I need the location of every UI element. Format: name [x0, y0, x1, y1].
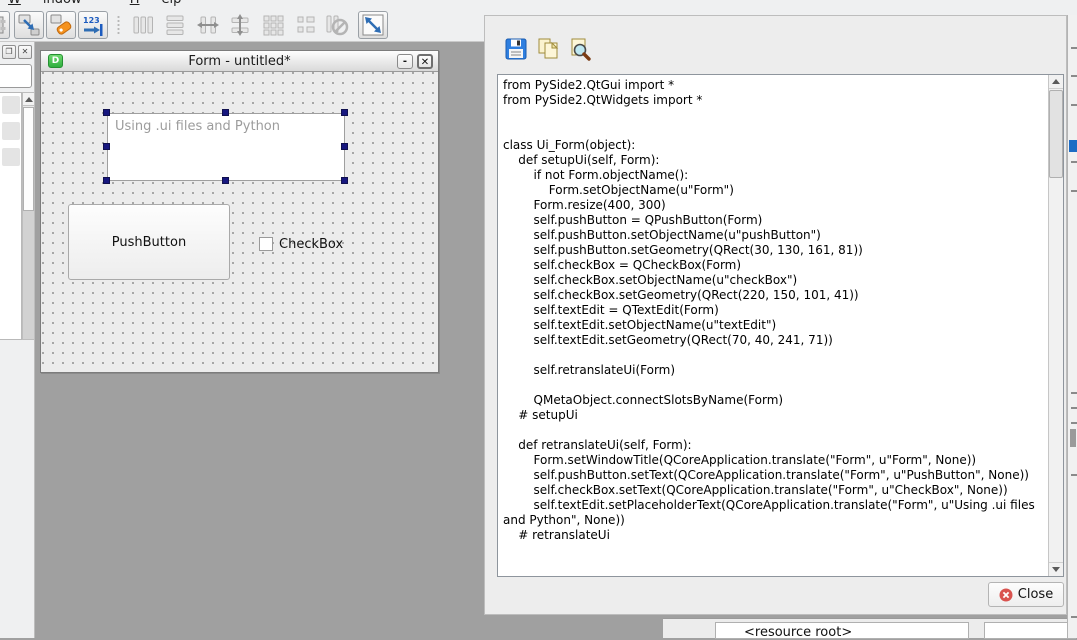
selection-handle-sw[interactable] [103, 177, 110, 184]
sliver-mark [1071, 161, 1077, 163]
scroll-up-arrow-icon[interactable] [1049, 75, 1063, 89]
widget-list-scrollbar[interactable] [22, 92, 35, 340]
sliver-mark [1071, 392, 1077, 394]
sliver-mark [1071, 616, 1077, 618]
layout-splitter-horizontal-button [195, 13, 221, 37]
form-window: D Form - untitled* - ✕ Using .ui files a… [40, 50, 439, 373]
find-button[interactable] [568, 37, 592, 61]
sliver-scroll-thumb [1070, 429, 1076, 447]
widget-filter-input[interactable] [0, 64, 32, 88]
edit-widgets-button[interactable] [0, 11, 10, 39]
code-text[interactable]: from PySide2.QtGui import * from PySide2… [498, 75, 1047, 576]
edit-signals-slots-icon [17, 13, 41, 37]
svg-text:123: 123 [83, 16, 100, 25]
textedit-widget[interactable]: Using .ui files and Python [107, 113, 345, 181]
dock-float-button[interactable]: ❐ [2, 45, 16, 59]
sliver-mark [1071, 190, 1077, 192]
edit-signals-slots-button[interactable] [14, 11, 44, 39]
close-icon: ✕ [421, 57, 429, 68]
resource-preview-pane[interactable] [984, 622, 1076, 639]
lay-out-in-form-layout-icon [295, 14, 317, 36]
sliver-mark [1071, 422, 1077, 424]
layout-splitter-vertical-button [227, 13, 253, 37]
menubar: Window Help [0, 0, 1077, 8]
lay-out-vertically-in-splitter-icon [229, 14, 251, 36]
dialog-close-icon [999, 588, 1013, 602]
background-window-sliver [1067, 15, 1077, 638]
edit-tab-order-icon: 123 [81, 13, 105, 37]
selection-handle-nw[interactable] [103, 109, 110, 116]
copy-all-button[interactable] [536, 37, 560, 61]
minimize-icon: - [403, 56, 407, 67]
layout-form-button [293, 13, 319, 37]
edit-tab-order-button[interactable]: 123 [78, 11, 108, 39]
sliver-mark [1071, 104, 1077, 106]
adjust-size-button[interactable] [358, 11, 388, 39]
checkbox-indicator[interactable] [259, 237, 273, 251]
selection-handle-ne[interactable] [341, 109, 348, 116]
sliver-mark [1071, 75, 1077, 77]
selection-handle-e[interactable] [341, 143, 348, 150]
close-icon: ✕ [22, 47, 29, 56]
scroll-down-arrow-icon[interactable] [1049, 562, 1063, 576]
save-button[interactable] [504, 37, 528, 61]
dock-close-button[interactable]: ✕ [18, 45, 32, 59]
scroll-up-arrow-icon[interactable] [23, 93, 34, 106]
edit-buddies-button[interactable] [46, 11, 76, 39]
float-icon: ❐ [5, 47, 12, 56]
toolbar-separator [117, 15, 120, 35]
sliver-mark [1071, 407, 1077, 409]
form-window-title: Form - untitled* [41, 54, 438, 69]
code-scrollbar[interactable] [1048, 75, 1063, 576]
scrollbar-track[interactable] [23, 211, 34, 339]
widget-list-item[interactable] [2, 122, 20, 140]
layout-vertical-button [162, 13, 188, 37]
layout-horizontal-button [130, 13, 156, 37]
form-close-button[interactable]: ✕ [417, 54, 433, 69]
code-dialog: from PySide2.QtGui import * from PySide2… [484, 15, 1067, 615]
lay-out-in-grid-icon [262, 14, 284, 36]
selection-handle-s[interactable] [222, 177, 229, 184]
layout-grid-button [260, 13, 286, 37]
pushbutton-label: PushButton [112, 235, 186, 250]
edit-buddies-icon [49, 13, 73, 37]
sliver-mark [1071, 474, 1077, 476]
save-icon [504, 37, 528, 61]
find-icon [568, 37, 594, 63]
textedit-placeholder: Using .ui files and Python [115, 119, 280, 134]
widget-list[interactable] [0, 92, 22, 340]
edit-widgets-icon [0, 14, 6, 36]
code-view: from PySide2.QtGui import * from PySide2… [497, 74, 1064, 577]
sliver-mark [1071, 47, 1077, 49]
scrollbar-thumb[interactable] [1049, 90, 1063, 178]
pushbutton-widget[interactable]: PushButton [68, 204, 230, 280]
close-button[interactable]: Close [988, 582, 1064, 607]
break-layout-button [324, 13, 350, 37]
lay-out-horizontally-icon [132, 14, 154, 36]
resource-browser-window: <resource root> [663, 618, 1077, 638]
lay-out-horizontally-in-splitter-icon [197, 14, 219, 36]
checkbox-widget[interactable]: CheckBox [259, 236, 343, 252]
checkbox-label: CheckBox [279, 237, 343, 252]
form-minimize-button[interactable]: - [397, 54, 413, 69]
lay-out-vertically-icon [164, 14, 186, 36]
adjust-size-icon [361, 13, 385, 37]
scrollbar-thumb[interactable] [23, 107, 34, 211]
selection-handle-w[interactable] [103, 143, 110, 150]
selection-handle-n[interactable] [222, 109, 229, 116]
widget-list-item[interactable] [2, 96, 20, 114]
copy-all-icon [536, 37, 560, 61]
form-canvas[interactable]: Using .ui files and Python PushButton Ch… [42, 72, 437, 371]
sliver-selected-item [1069, 140, 1077, 152]
selection-handle-se[interactable] [341, 177, 348, 184]
close-button-label: Close [1018, 587, 1053, 602]
menu-window[interactable]: Window [8, 0, 104, 7]
break-layout-icon [325, 13, 349, 37]
resource-tree[interactable]: <resource root> [715, 622, 969, 639]
widget-box-panel: ❐ ✕ [0, 42, 35, 638]
menu-help[interactable]: Help [130, 0, 204, 7]
form-window-titlebar[interactable]: D Form - untitled* - ✕ [41, 51, 438, 72]
widget-list-item[interactable] [2, 148, 20, 166]
